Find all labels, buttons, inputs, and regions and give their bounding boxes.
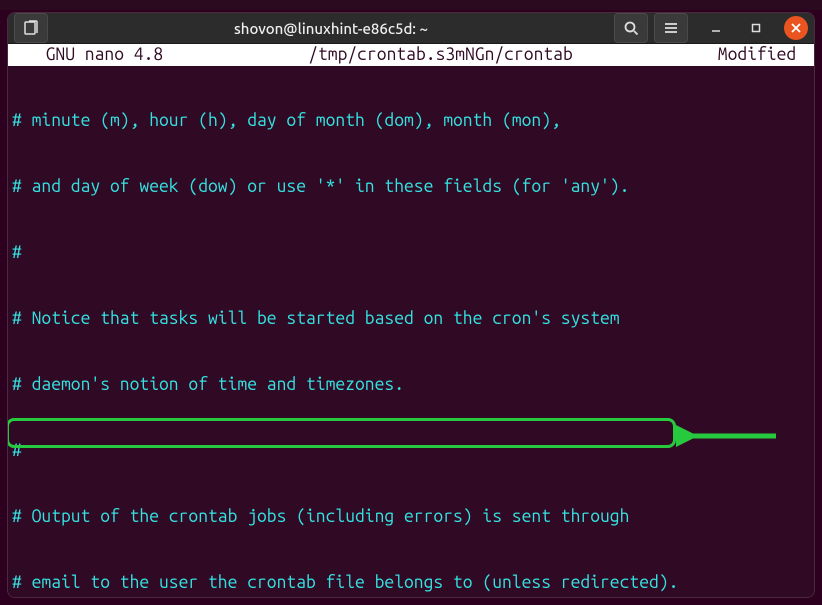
desktop-topbar <box>0 0 822 10</box>
nano-file-path: /tmp/crontab.s3mNGn/crontab <box>163 44 718 66</box>
terminal-area[interactable]: GNU nano 4.8 /tmp/crontab.s3mNGn/crontab… <box>8 44 814 598</box>
editor-content: # minute (m), hour (h), day of month (do… <box>8 66 814 598</box>
hamburger-menu-button[interactable] <box>654 13 688 43</box>
minimize-button[interactable] <box>704 16 728 40</box>
nano-header: GNU nano 4.8 /tmp/crontab.s3mNGn/crontab… <box>8 44 814 66</box>
comment-line: # minute (m), hour (h), day of month (do… <box>12 110 810 132</box>
comment-line: # Output of the crontab jobs (including … <box>12 506 810 528</box>
nano-app-name: GNU nano 4.8 <box>12 44 163 66</box>
new-tab-button[interactable] <box>14 13 48 43</box>
maximize-button[interactable] <box>744 16 768 40</box>
comment-line: # Notice that tasks will be started base… <box>12 308 810 330</box>
terminal-window: shovon@linuxhint-e86c5d: ~ GNU nano 4.8 … <box>7 12 815 598</box>
close-button[interactable] <box>784 16 808 40</box>
comment-line: # and day of week (dow) or use '*' in th… <box>12 176 810 198</box>
comment-line: # email to the user the crontab file bel… <box>12 572 810 594</box>
comment-line: # daemon's notion of time and timezones. <box>12 374 810 396</box>
comment-line: # <box>12 440 810 462</box>
search-button[interactable] <box>614 13 648 43</box>
nano-status: Modified <box>718 44 810 66</box>
window-title: shovon@linuxhint-e86c5d: ~ <box>54 20 608 37</box>
comment-line: # <box>12 242 810 264</box>
titlebar: shovon@linuxhint-e86c5d: ~ <box>8 13 814 44</box>
